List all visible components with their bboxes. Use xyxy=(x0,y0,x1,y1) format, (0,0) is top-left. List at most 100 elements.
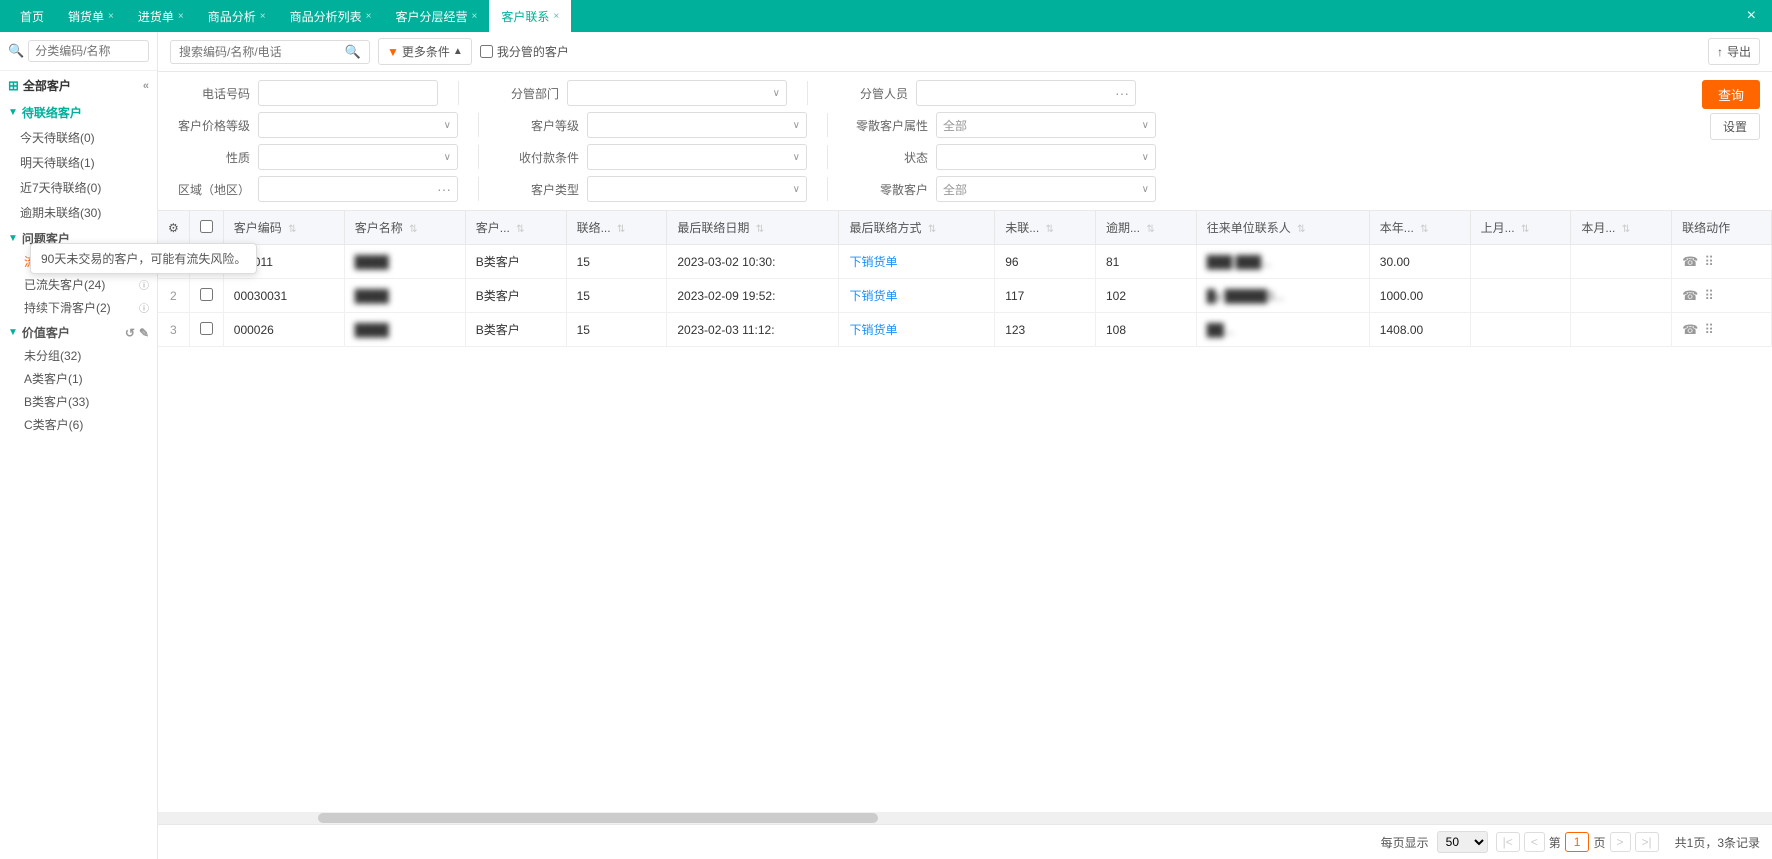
col-contact-person[interactable]: 往来单位联系人 ⇅ xyxy=(1196,211,1369,245)
horizontal-scrollbar[interactable] xyxy=(158,812,1772,824)
table-header: ⚙ 客户编码 ⇅ 客户名称 ⇅ 客户... ⇅ 联络... ⇅ 最后联络日期 ⇅… xyxy=(158,211,1772,245)
col-contact[interactable]: 联络... ⇅ xyxy=(566,211,667,245)
filter-dept-select[interactable]: ∨ xyxy=(567,80,787,106)
filter-customer-level-select[interactable]: ∨ xyxy=(587,112,807,138)
nav-sales-close[interactable]: × xyxy=(108,11,114,22)
filter-btn[interactable]: ▼ 更多条件 ▲ xyxy=(378,38,472,65)
col-this-month[interactable]: 本月... ⇅ xyxy=(1571,211,1672,245)
more-action-icon-1[interactable]: ⠿ xyxy=(1704,254,1714,270)
col-overdue[interactable]: 逾期... ⇅ xyxy=(1095,211,1196,245)
row-way-1[interactable]: 下销货单 xyxy=(839,245,995,279)
row-way-3[interactable]: 下销货单 xyxy=(839,313,995,347)
call-icon-1[interactable]: ☎ xyxy=(1682,254,1698,270)
filter-zero-attr-select[interactable]: 全部 ∨ xyxy=(936,112,1156,138)
filter-customer-type-select[interactable]: ∨ xyxy=(587,176,807,202)
scroll-thumb[interactable] xyxy=(318,813,878,823)
sidebar-item-class-a[interactable]: A类客户(1) xyxy=(0,367,157,390)
sidebar-item-churned[interactable]: 已流失客户(24) ⓘ xyxy=(0,273,157,296)
filter-price-level-select[interactable]: ∨ xyxy=(258,112,458,138)
sidebar-item-overdue[interactable]: 逾期未联络(30) xyxy=(0,200,157,225)
search-box[interactable]: 🔍 xyxy=(170,40,370,64)
col-unlink[interactable]: 未联... ⇅ xyxy=(995,211,1096,245)
col-settings[interactable]: ⚙ xyxy=(158,211,189,245)
more-action-icon-2[interactable]: ⠿ xyxy=(1704,288,1714,304)
call-icon-2[interactable]: ☎ xyxy=(1682,288,1698,304)
filter-region-select[interactable]: ··· xyxy=(258,176,458,202)
filter-status-select[interactable]: ∨ xyxy=(936,144,1156,170)
row-way-link-3[interactable]: 下销货单 xyxy=(849,323,897,337)
sidebar-group-pending[interactable]: ▼ 待联络客户 xyxy=(0,100,157,125)
edit-icon[interactable]: ✎ xyxy=(139,326,149,340)
call-icon-3[interactable]: ☎ xyxy=(1682,322,1698,338)
row-check-3[interactable] xyxy=(189,313,223,347)
nav-goods-analysis-close[interactable]: × xyxy=(260,11,266,22)
nav-customer-contact[interactable]: 客户联系 × xyxy=(489,0,571,32)
page-label: 第 xyxy=(1549,834,1561,851)
filter-nature-select[interactable]: ∨ xyxy=(258,144,458,170)
more-dots-2[interactable]: ··· xyxy=(437,181,451,197)
first-page-btn[interactable]: |< xyxy=(1496,832,1520,852)
query-button[interactable]: 查询 xyxy=(1702,80,1760,109)
col-code[interactable]: 客户编码 ⇅ xyxy=(223,211,344,245)
row-way-link-1[interactable]: 下销货单 xyxy=(849,255,897,269)
export-button[interactable]: ↑ 导出 xyxy=(1708,38,1760,65)
my-customers-checkbox[interactable]: 我分管的客户 xyxy=(480,43,569,60)
sidebar-item-week[interactable]: 近7天待联络(0) xyxy=(0,175,157,200)
sidebar-item-ungrouped[interactable]: 未分组(32) xyxy=(0,344,157,367)
refresh-icon[interactable]: ↺ xyxy=(125,326,135,340)
col-type[interactable]: 客户... ⇅ xyxy=(465,211,566,245)
filter-person-select[interactable]: ··· xyxy=(916,80,1136,106)
row-way-2[interactable]: 下销货单 xyxy=(839,279,995,313)
sidebar-item-today[interactable]: 今天待联络(0) xyxy=(0,125,157,150)
select-all-checkbox[interactable] xyxy=(200,220,213,233)
nav-purchase-close[interactable]: × xyxy=(178,11,184,22)
nav-purchase[interactable]: 进货单 × xyxy=(126,0,196,32)
col-last-month[interactable]: 上月... ⇅ xyxy=(1470,211,1571,245)
tooltip-text: 90天未交易的客户，可能有流失风险。 xyxy=(41,252,246,266)
sidebar-group-value[interactable]: ▼ 价值客户 ↺ ✎ xyxy=(0,319,157,344)
my-customers-check[interactable] xyxy=(480,45,493,58)
page-size-select[interactable]: 50 20 100 xyxy=(1437,831,1488,853)
filter-payment-select[interactable]: ∨ xyxy=(587,144,807,170)
nav-goods-list-close[interactable]: × xyxy=(366,11,372,22)
more-action-icon-3[interactable]: ⠿ xyxy=(1704,322,1714,338)
blurred-name-2: ████ xyxy=(355,289,389,303)
row-way-link-2[interactable]: 下销货单 xyxy=(849,289,897,303)
col-last-way[interactable]: 最后联络方式 ⇅ xyxy=(839,211,995,245)
col-last-date[interactable]: 最后联络日期 ⇅ xyxy=(667,211,839,245)
sidebar-item-declining[interactable]: 持续下滑客户(2) ⓘ xyxy=(0,296,157,319)
col-checkbox[interactable] xyxy=(189,211,223,245)
sidebar-item-tomorrow[interactable]: 明天待联络(1) xyxy=(0,150,157,175)
nav-customer-contact-close[interactable]: × xyxy=(553,11,559,22)
page-size-selector[interactable]: 50 20 100 xyxy=(1437,831,1488,853)
sidebar-all-customers[interactable]: ⊞ 全部客户 « xyxy=(0,71,157,100)
search-input[interactable] xyxy=(179,45,345,59)
sidebar-item-class-b[interactable]: B类客户(33) xyxy=(0,390,157,413)
next-page-btn[interactable]: > xyxy=(1610,832,1631,852)
nav-home[interactable]: 首页 xyxy=(8,0,56,32)
row-check-2[interactable] xyxy=(189,279,223,313)
filter-phone-input[interactable] xyxy=(258,80,438,106)
settings-button[interactable]: 设置 xyxy=(1710,113,1760,140)
nav-sales[interactable]: 销货单 × xyxy=(56,0,126,32)
sidebar-collapse-btn[interactable]: « xyxy=(143,80,149,92)
nav-customer-layer[interactable]: 客户分层经营 × xyxy=(383,0,489,32)
nav-goods-list[interactable]: 商品分析列表 × xyxy=(278,0,384,32)
col-name[interactable]: 客户名称 ⇅ xyxy=(344,211,465,245)
sidebar-search-input[interactable] xyxy=(28,40,149,62)
filter-zero-customer-select[interactable]: 全部 ∨ xyxy=(936,176,1156,202)
nav-goods-analysis[interactable]: 商品分析 × xyxy=(196,0,278,32)
col-this-year[interactable]: 本年... ⇅ xyxy=(1369,211,1470,245)
sidebar-item-class-c[interactable]: C类客户(6) xyxy=(0,413,157,436)
nav-customer-layer-close[interactable]: × xyxy=(471,11,477,22)
sidebar-group-value-label: 价值客户 xyxy=(22,324,70,341)
window-close-button[interactable]: × xyxy=(1739,7,1764,25)
row-checkbox-2[interactable] xyxy=(200,288,213,301)
row-checkbox-3[interactable] xyxy=(200,322,213,335)
prev-page-btn[interactable]: < xyxy=(1524,832,1545,852)
sort-icon-5: ⇅ xyxy=(756,224,764,235)
more-dots-1[interactable]: ··· xyxy=(1115,85,1129,101)
last-page-btn[interactable]: >| xyxy=(1635,832,1659,852)
search-icon[interactable]: 🔍 xyxy=(345,44,361,60)
sort-icon-6: ⇅ xyxy=(928,224,936,235)
